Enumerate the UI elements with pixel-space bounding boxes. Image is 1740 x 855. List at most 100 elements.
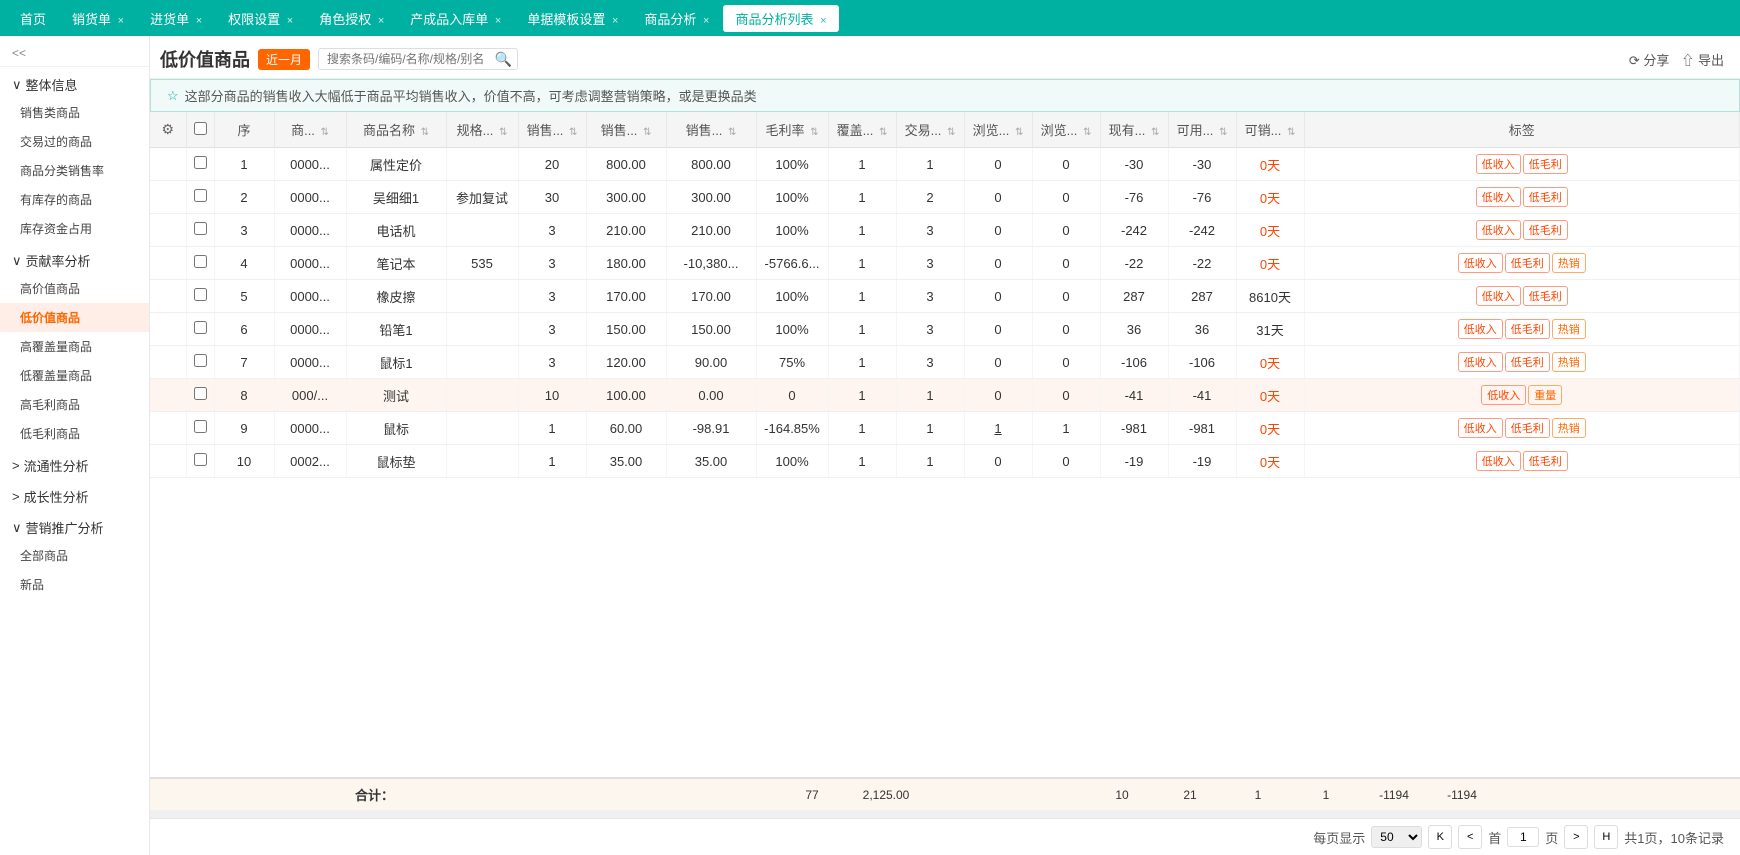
gear-icon[interactable]: ⚙ (161, 121, 174, 137)
nav-permission[interactable]: 权限设置 × (216, 5, 305, 32)
nav-template[interactable]: 单据模板设置 × (515, 5, 630, 32)
cell-sales3: 100% (756, 280, 828, 313)
sidebar-group-general[interactable]: ∨ 整体信息 (0, 67, 149, 98)
nav-sales-order[interactable]: 销货单 × (60, 5, 136, 32)
sidebar-item-new-goods[interactable]: 新品 (0, 570, 149, 599)
cell-checkbox (186, 313, 214, 346)
col-name[interactable]: 商品名称 ⇅ (346, 112, 446, 148)
sidebar-group-contribution[interactable]: ∨ 贡献率分析 (0, 243, 149, 274)
cell-stock: -242 (1100, 214, 1168, 247)
row-checkbox[interactable] (194, 189, 207, 202)
cell-browse1[interactable]: 0 (964, 346, 1032, 379)
last-page-btn[interactable]: H (1594, 825, 1618, 849)
col-margin-rate[interactable]: 毛利率 ⇅ (756, 112, 828, 148)
row-checkbox[interactable] (194, 453, 207, 466)
col-browse1[interactable]: 浏览... ⇅ (964, 112, 1032, 148)
search-input[interactable] (318, 48, 518, 70)
sidebar-item-sales-goods[interactable]: 销售类商品 (0, 98, 149, 127)
nav-product-entry[interactable]: 产成品入库单 × (398, 5, 513, 32)
sidebar: << ∨ 整体信息 销售类商品 交易过的商品 商品分类销售率 有库存的商品 库存… (0, 36, 150, 855)
row-checkbox[interactable] (194, 222, 207, 235)
sidebar-group-circulation[interactable]: > 流通性分析 (0, 448, 149, 479)
cell-sales3: 100% (756, 214, 828, 247)
nav-goods-analysis-list[interactable]: 商品分析列表 × (723, 5, 838, 32)
row-checkbox[interactable] (194, 255, 207, 268)
export-button[interactable]: ⇧ 导出 (1681, 50, 1724, 69)
col-stock[interactable]: 现有... ⇅ (1100, 112, 1168, 148)
col-avail[interactable]: 可用... ⇅ (1168, 112, 1236, 148)
col-sale-days[interactable]: 可销... ⇅ (1236, 112, 1304, 148)
cell-browse1[interactable]: 0 (964, 379, 1032, 412)
close-icon[interactable]: × (495, 15, 501, 27)
col-trade[interactable]: 交易... ⇅ (896, 112, 964, 148)
col-spec[interactable]: 规格... ⇅ (446, 112, 518, 148)
table-row: 8 000/... 测试 10 100.00 0.00 0 1 1 0 0 -4… (150, 379, 1740, 412)
close-icon[interactable]: × (703, 15, 709, 27)
col-coverage[interactable]: 覆盖... ⇅ (828, 112, 896, 148)
next-page-btn[interactable]: > (1564, 825, 1588, 849)
row-checkbox[interactable] (194, 354, 207, 367)
row-checkbox[interactable] (194, 156, 207, 169)
sidebar-item-category-rate[interactable]: 商品分类销售率 (0, 156, 149, 185)
row-checkbox[interactable] (194, 387, 207, 400)
cell-browse1[interactable]: 1 (964, 412, 1032, 445)
col-gear[interactable]: ⚙ (150, 112, 186, 148)
cell-browse1[interactable]: 0 (964, 445, 1032, 478)
cell-browse2: 0 (1032, 379, 1100, 412)
select-all-checkbox[interactable] (194, 122, 207, 135)
cell-browse1[interactable]: 0 (964, 214, 1032, 247)
row-checkbox[interactable] (194, 420, 207, 433)
close-icon[interactable]: × (118, 15, 124, 27)
col-sales-profit[interactable]: 销售... ⇅ (666, 112, 756, 148)
sidebar-collapse-btn[interactable]: << (8, 42, 30, 64)
sidebar-item-all-goods[interactable]: 全部商品 (0, 541, 149, 570)
share-button[interactable]: ⟳ 分享 (1629, 50, 1670, 69)
sidebar-item-stocked-goods[interactable]: 有库存的商品 (0, 185, 149, 214)
close-icon[interactable]: × (287, 15, 293, 27)
per-page-select[interactable]: 50 100 200 (1371, 826, 1422, 848)
row-checkbox[interactable] (194, 321, 207, 334)
row-checkbox[interactable] (194, 288, 207, 301)
nav-goods-analysis[interactable]: 商品分析 × (632, 5, 721, 32)
col-sales-qty[interactable]: 销售... ⇅ (518, 112, 586, 148)
sidebar-item-capital-usage[interactable]: 库存资金占用 (0, 214, 149, 243)
cell-browse1[interactable]: 0 (964, 247, 1032, 280)
cell-browse1[interactable]: 0 (964, 313, 1032, 346)
sidebar-item-high-coverage[interactable]: 高覆盖量商品 (0, 332, 149, 361)
cell-browse1[interactable]: 0 (964, 148, 1032, 181)
close-icon[interactable]: × (820, 15, 826, 27)
sidebar-item-low-margin[interactable]: 低毛利商品 (0, 419, 149, 448)
cell-checkbox (186, 280, 214, 313)
first-page-btn[interactable]: K (1428, 825, 1452, 849)
close-icon[interactable]: × (378, 15, 384, 27)
prev-page-btn[interactable]: < (1458, 825, 1482, 849)
close-icon[interactable]: × (612, 15, 618, 27)
cell-sales1: 60.00 (586, 412, 666, 445)
cell-spec (446, 379, 518, 412)
cell-gear (150, 247, 186, 280)
sidebar-item-traded-goods[interactable]: 交易过的商品 (0, 127, 149, 156)
cell-browse1[interactable]: 0 (964, 280, 1032, 313)
nav-home[interactable]: 首页 (8, 5, 58, 32)
close-icon[interactable]: × (196, 15, 202, 27)
sidebar-item-high-value[interactable]: 高价值商品 (0, 274, 149, 303)
cell-code: 0000... (274, 412, 346, 445)
col-code[interactable]: 商... ⇅ (274, 112, 346, 148)
group-label: 整体信息 (26, 75, 78, 94)
sidebar-group-marketing[interactable]: ∨ 营销推广分析 (0, 510, 149, 541)
sidebar-group-growth[interactable]: > 成长性分析 (0, 479, 149, 510)
col-sales-amt[interactable]: 销售... ⇅ (586, 112, 666, 148)
page-input[interactable] (1507, 827, 1539, 847)
sidebar-item-high-margin[interactable]: 高毛利商品 (0, 390, 149, 419)
sidebar-item-low-value[interactable]: 低价值商品 (0, 303, 149, 332)
sidebar-item-low-coverage[interactable]: 低覆盖量商品 (0, 361, 149, 390)
col-browse2[interactable]: 浏览... ⇅ (1032, 112, 1100, 148)
period-button[interactable]: 近一月 (258, 49, 310, 70)
table-footer: 合计： 77 2,125.00 10 21 1 1 -1194 -1194 (150, 777, 1740, 810)
nav-purchase-order[interactable]: 进货单 × (138, 5, 214, 32)
nav-role-auth[interactable]: 角色授权 × (307, 5, 396, 32)
cell-browse1[interactable]: 0 (964, 181, 1032, 214)
data-table: ⚙ 序 商... ⇅ 商品名称 ⇅ 规格... ⇅ 销售... ⇅ 销售... … (150, 112, 1740, 478)
cell-trade: 1 (896, 379, 964, 412)
scrollbar[interactable] (150, 810, 1740, 818)
